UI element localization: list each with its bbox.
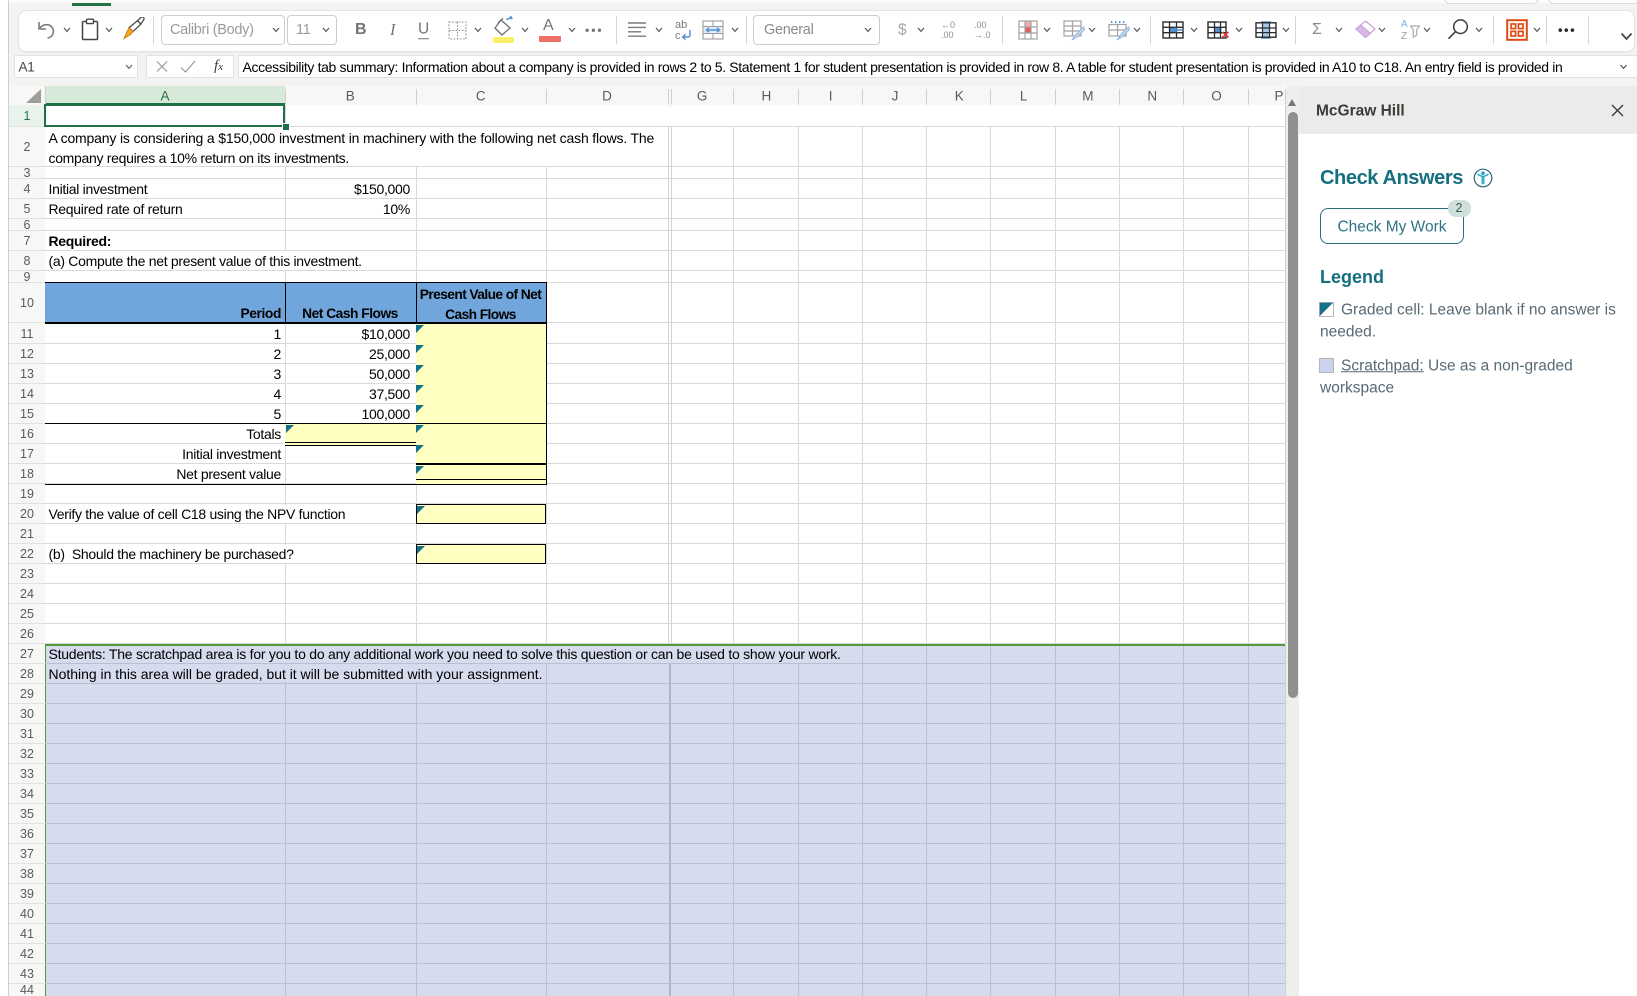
svg-text:A: A (1401, 19, 1408, 30)
svg-text:c: c (675, 30, 681, 42)
svg-text:Z: Z (1401, 31, 1407, 42)
